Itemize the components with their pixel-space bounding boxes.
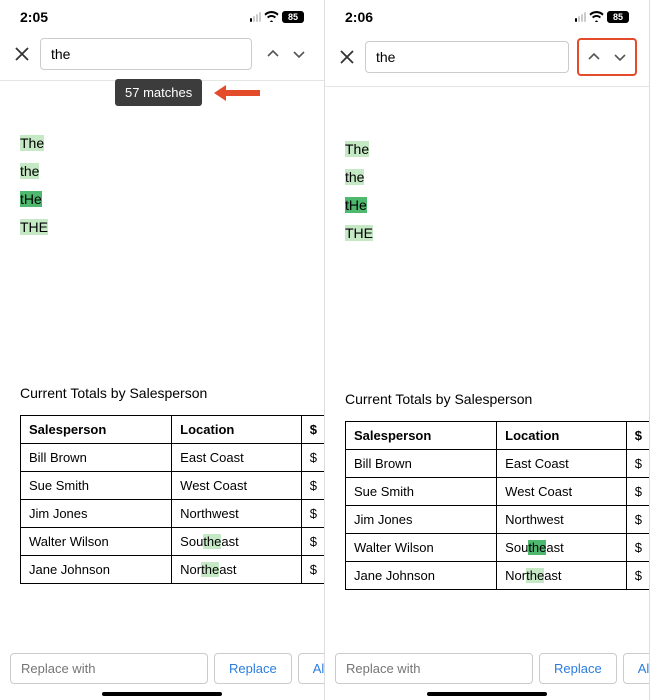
text-row: tHe bbox=[345, 197, 629, 213]
col-salesperson: Salesperson bbox=[346, 422, 497, 450]
table-row: Walter WilsonSoutheast$ bbox=[21, 528, 326, 556]
col-amount: $ bbox=[301, 416, 325, 444]
replace-button[interactable]: Replace bbox=[539, 653, 617, 684]
search-input[interactable] bbox=[365, 41, 569, 73]
battery-icon: 85 bbox=[607, 11, 629, 23]
replace-bar: Replace All bbox=[325, 653, 649, 684]
match-count-tooltip: 57 matches bbox=[115, 79, 202, 106]
sales-table: Salesperson Location $ Bill BrownEast Co… bbox=[345, 421, 650, 590]
search-bar bbox=[325, 28, 649, 87]
col-location: Location bbox=[172, 416, 302, 444]
status-bar: 2:05 85 bbox=[0, 0, 324, 28]
text-row: THE bbox=[345, 225, 629, 241]
clock: 2:06 bbox=[345, 9, 373, 25]
signal-icon bbox=[250, 12, 261, 22]
home-indicator bbox=[427, 692, 547, 696]
annotation-arrow-icon bbox=[212, 83, 260, 108]
table-row: Jane JohnsonNortheast$ bbox=[21, 556, 326, 584]
prev-match-button[interactable] bbox=[262, 43, 284, 65]
text-row: the bbox=[20, 163, 304, 179]
table-row: Walter WilsonSoutheast$ bbox=[346, 534, 650, 562]
status-bar: 2:06 85 bbox=[325, 0, 649, 28]
table-row: Jane JohnsonNortheast$ bbox=[346, 562, 650, 590]
replace-button[interactable]: Replace bbox=[214, 653, 292, 684]
text-row: THE bbox=[20, 219, 304, 235]
clock: 2:05 bbox=[20, 9, 48, 25]
table-row: Bill BrownEast Coast$ bbox=[346, 450, 650, 478]
sales-table: Salesperson Location $ Bill BrownEast Co… bbox=[20, 415, 325, 584]
screenshot-right: 2:06 85 The the tHe THE bbox=[325, 0, 650, 700]
replace-input[interactable] bbox=[335, 653, 533, 684]
col-amount: $ bbox=[626, 422, 650, 450]
table-title: Current Totals by Salesperson bbox=[345, 391, 629, 407]
replace-bar: Replace All bbox=[0, 653, 324, 684]
replace-input[interactable] bbox=[10, 653, 208, 684]
screenshot-left: 2:05 85 57 matches bbox=[0, 0, 325, 700]
close-icon[interactable] bbox=[12, 44, 32, 64]
status-right: 85 bbox=[250, 10, 304, 25]
next-match-button[interactable] bbox=[288, 43, 310, 65]
col-salesperson: Salesperson bbox=[21, 416, 172, 444]
next-match-button[interactable] bbox=[609, 46, 631, 68]
table-row: Sue SmithWest Coast$ bbox=[346, 478, 650, 506]
replace-all-button[interactable]: All bbox=[298, 653, 325, 684]
table-row: Sue SmithWest Coast$ bbox=[21, 472, 326, 500]
status-right: 85 bbox=[575, 10, 629, 25]
table-row: Jim JonesNorthwest$ bbox=[346, 506, 650, 534]
home-indicator bbox=[102, 692, 222, 696]
nav-arrows-highlighted bbox=[577, 38, 637, 76]
wifi-icon bbox=[589, 10, 604, 25]
col-location: Location bbox=[497, 422, 627, 450]
text-row: The bbox=[20, 135, 304, 151]
replace-all-button[interactable]: All bbox=[623, 653, 650, 684]
signal-icon bbox=[575, 12, 586, 22]
prev-match-button[interactable] bbox=[583, 46, 605, 68]
table-header-row: Salesperson Location $ bbox=[21, 416, 326, 444]
table-header-row: Salesperson Location $ bbox=[346, 422, 650, 450]
table-row: Jim JonesNorthwest$ bbox=[21, 500, 326, 528]
wifi-icon bbox=[264, 10, 279, 25]
text-row: The bbox=[345, 141, 629, 157]
document-content: 57 matches The the tHe THE Current Total… bbox=[0, 81, 324, 584]
text-row: the bbox=[345, 169, 629, 185]
battery-icon: 85 bbox=[282, 11, 304, 23]
search-bar bbox=[0, 28, 324, 81]
document-content: The the tHe THE Current Totals by Salesp… bbox=[325, 87, 649, 590]
table-title: Current Totals by Salesperson bbox=[20, 385, 304, 401]
text-row: tHe bbox=[20, 191, 304, 207]
nav-arrows bbox=[260, 41, 312, 67]
close-icon[interactable] bbox=[337, 47, 357, 67]
search-input[interactable] bbox=[40, 38, 252, 70]
table-row: Bill BrownEast Coast$ bbox=[21, 444, 326, 472]
